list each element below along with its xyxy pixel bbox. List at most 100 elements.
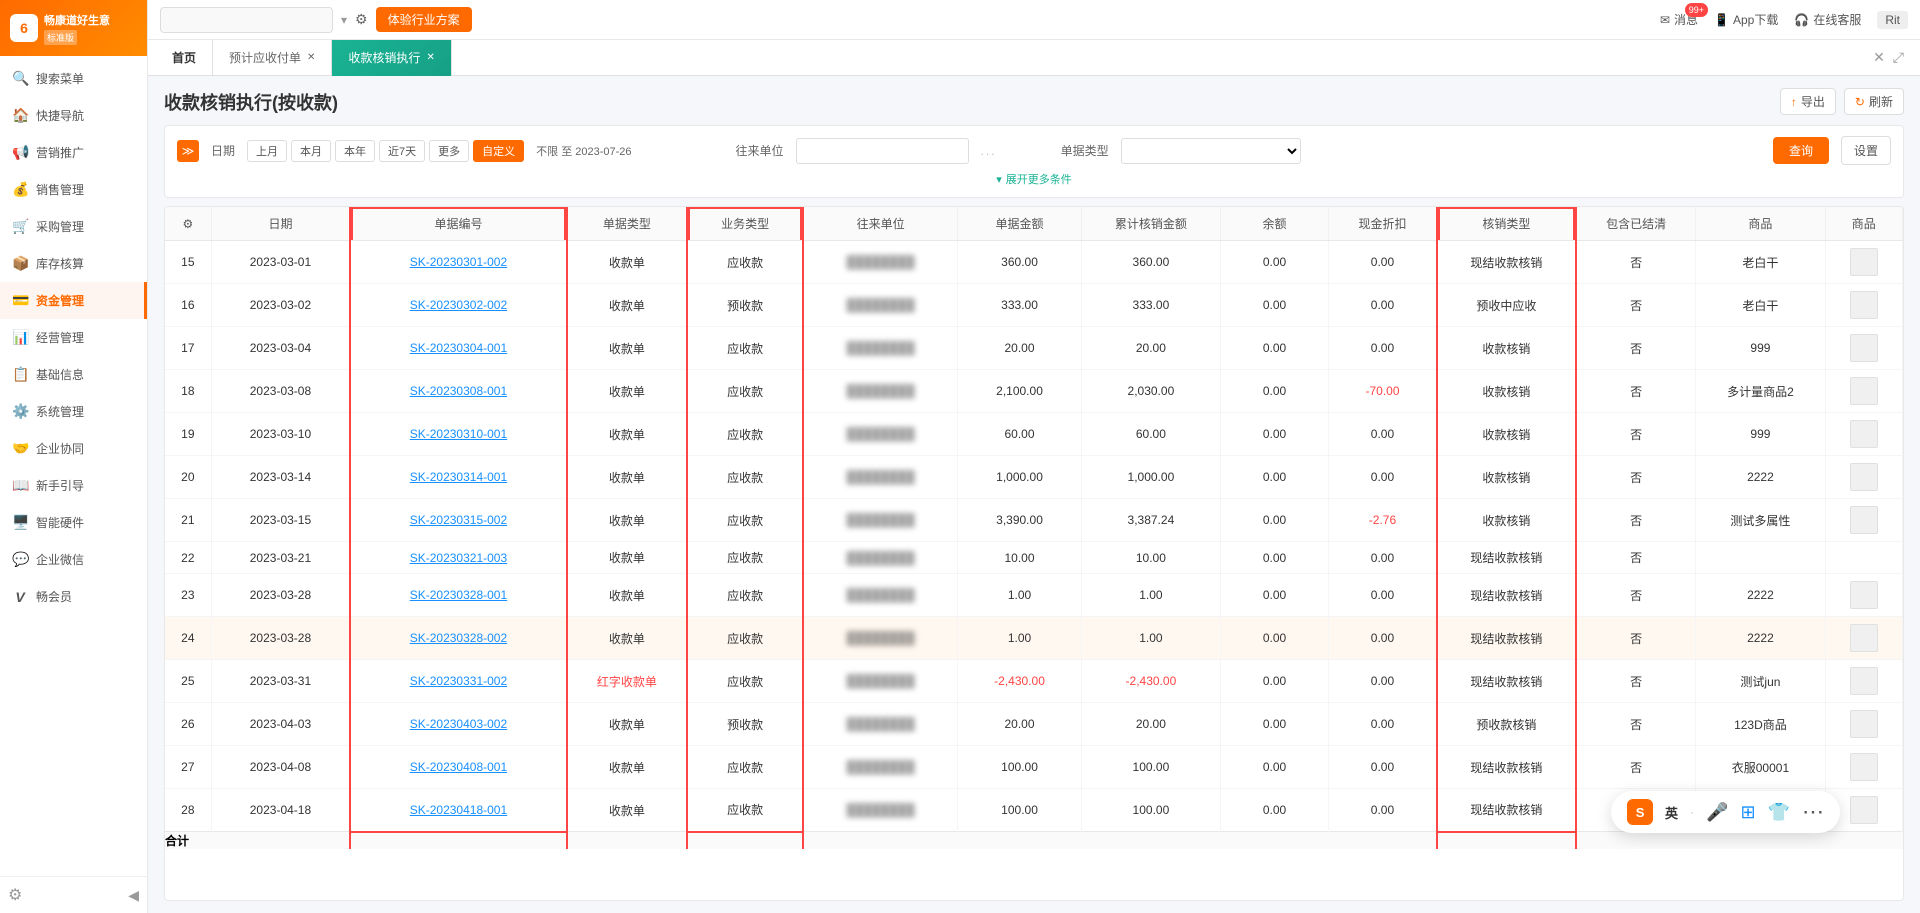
sidebar: 6 畅康道好生意 标准版 🔍搜索菜单 🏠快捷导航 📢营销推广 💰销售管理 🛒采购…	[0, 0, 148, 913]
date-thismonth-button[interactable]: 本月	[291, 140, 331, 162]
tab-verify-close-icon[interactable]: ✕	[426, 52, 434, 63]
doctype-select[interactable]	[1121, 138, 1301, 164]
table-row: 152023-03-01SK-20230301-002收款单应收款███████…	[165, 241, 1903, 284]
solution-button[interactable]: 体验行业方案	[376, 7, 472, 32]
chevron-down-icon: ▾	[996, 173, 1002, 186]
refresh-button[interactable]: ↻ 刷新	[1844, 88, 1904, 115]
docno-link[interactable]: SK-20230328-001	[350, 574, 566, 617]
user-label: Rit	[1877, 11, 1908, 29]
date-more-button[interactable]: 更多	[429, 140, 469, 162]
sidebar-item-inventory[interactable]: 📦库存核算	[0, 245, 147, 282]
data-table: ⚙ 日期 单据编号 单据类型 业务类型 往来单位 单据金额 累计核销金额 余额 …	[165, 207, 1903, 849]
topbar-settings-icon[interactable]: ⚙	[355, 11, 368, 28]
docno-link[interactable]: SK-20230321-003	[350, 542, 566, 574]
docno-link[interactable]: SK-20230331-002	[350, 660, 566, 703]
docno-link[interactable]: SK-20230418-001	[350, 789, 566, 832]
shirt-icon[interactable]: 👕	[1768, 802, 1790, 823]
th-amount[interactable]: 单据金额	[958, 207, 1082, 241]
sidebar-item-quicknav[interactable]: 🏠快捷导航	[0, 97, 147, 134]
sidebar-item-hardware[interactable]: 🖥️智能硬件	[0, 504, 147, 541]
sidebar-item-funds[interactable]: 💳资金管理	[0, 282, 147, 319]
th-veritype[interactable]: 核销类型	[1437, 207, 1576, 241]
footer-label: 合计	[165, 832, 350, 850]
partner-input[interactable]	[796, 138, 969, 164]
th-discount[interactable]: 现金折扣	[1329, 207, 1437, 241]
app-download-button[interactable]: 📱 App下载	[1714, 11, 1778, 28]
docno-link[interactable]: SK-20230315-002	[350, 499, 566, 542]
money-icon: 💰	[12, 181, 28, 198]
float-toolbar: S 英 · 🎤 ⊞ 👕 ⋯	[1611, 791, 1840, 833]
collapse-icon[interactable]: ◀	[128, 887, 139, 904]
vip-icon: V	[12, 589, 28, 605]
sidebar-item-search[interactable]: 🔍搜索菜单	[0, 60, 147, 97]
table-row: 242023-03-28SK-20230328-002收款单应收款███████…	[165, 617, 1903, 660]
docno-link[interactable]: SK-20230304-001	[350, 327, 566, 370]
docno-link[interactable]: SK-20230314-001	[350, 456, 566, 499]
topbar-chevron-icon[interactable]: ▾	[341, 13, 347, 27]
docno-link[interactable]: SK-20230408-001	[350, 746, 566, 789]
user-menu-button[interactable]: Rit	[1877, 11, 1908, 29]
tab-verify[interactable]: 收款核销执行 ✕	[332, 40, 451, 76]
page-header: 收款核销执行(按收款) ↑ 导出 ↻ 刷新	[164, 88, 1904, 115]
query-button[interactable]: 查询	[1773, 137, 1829, 164]
sidebar-item-sales[interactable]: 💰销售管理	[0, 171, 147, 208]
docno-link[interactable]: SK-20230302-002	[350, 284, 566, 327]
th-docno[interactable]: 单据编号	[350, 207, 566, 241]
message-button[interactable]: ✉ 消息 99+	[1660, 11, 1698, 28]
sidebar-item-collab[interactable]: 🤝企业协同	[0, 430, 147, 467]
export-icon: ↑	[1791, 95, 1797, 109]
date-custom-button[interactable]: 自定义	[473, 140, 524, 162]
th-goods2[interactable]: 商品	[1825, 207, 1902, 241]
th-incl[interactable]: 包含已结清	[1576, 207, 1696, 241]
th-cumamt[interactable]: 累计核销金额	[1081, 207, 1220, 241]
sidebar-item-wechat[interactable]: 💬企业微信	[0, 541, 147, 578]
docno-link[interactable]: SK-20230301-002	[350, 241, 566, 284]
th-doctype[interactable]: 单据类型	[567, 207, 688, 241]
message-badge: 99+	[1685, 3, 1708, 17]
window-close-icon[interactable]: ✕	[1873, 49, 1885, 66]
export-button[interactable]: ↑ 导出	[1780, 88, 1836, 115]
sidebar-item-basic[interactable]: 📋基础信息	[0, 356, 147, 393]
th-date[interactable]: 日期	[211, 207, 350, 241]
sidebar-item-marketing[interactable]: 📢营销推广	[0, 134, 147, 171]
sidebar-item-operations[interactable]: 📊经营管理	[0, 319, 147, 356]
th-goods[interactable]: 商品	[1696, 207, 1825, 241]
th-balance[interactable]: 余额	[1220, 207, 1328, 241]
grid-icon[interactable]: ⊞	[1740, 802, 1755, 823]
tab-pending-close-icon[interactable]: ✕	[307, 52, 315, 63]
sidebar-item-purchase[interactable]: 🛒采购管理	[0, 208, 147, 245]
chart-icon: 📊	[12, 329, 28, 346]
th-biztype[interactable]: 业务类型	[687, 207, 803, 241]
th-settings[interactable]: ⚙	[165, 207, 211, 241]
date-lastmonth-button[interactable]: 上月	[247, 140, 287, 162]
docno-link[interactable]: SK-20230310-001	[350, 413, 566, 456]
handshake-icon: 🤝	[12, 440, 28, 457]
date-thisyear-button[interactable]: 本年	[335, 140, 375, 162]
sidebar-item-system[interactable]: ⚙️系统管理	[0, 393, 147, 430]
window-expand-icon[interactable]: ⤢	[1893, 49, 1904, 66]
filter-expand-button[interactable]: ≫	[177, 140, 199, 162]
microphone-icon[interactable]: 🎤	[1706, 802, 1728, 823]
expand-more-button[interactable]: ▾ 展开更多条件	[177, 171, 1891, 187]
logo-badge: 标准版	[44, 30, 77, 45]
docno-link[interactable]: SK-20230403-002	[350, 703, 566, 746]
doctype-label: 单据类型	[1061, 142, 1109, 159]
table-row: 272023-04-08SK-20230408-001收款单应收款███████…	[165, 746, 1903, 789]
th-partner[interactable]: 往来单位	[803, 207, 958, 241]
more-icon[interactable]: ⋯	[1802, 799, 1824, 825]
gear-icon: ⚙️	[12, 403, 28, 420]
filter-settings-button[interactable]: 设置	[1841, 136, 1891, 165]
tab-pending[interactable]: 预计应收付单 ✕	[213, 40, 332, 76]
tabbar: 首页 预计应收付单 ✕ 收款核销执行 ✕ ✕ ⤢	[148, 40, 1920, 76]
sidebar-item-guide[interactable]: 📖新手引导	[0, 467, 147, 504]
tab-home[interactable]: 首页	[156, 40, 213, 76]
settings-bottom-icon[interactable]: ⚙	[8, 885, 22, 905]
table-row: 182023-03-08SK-20230308-001收款单应收款███████…	[165, 370, 1903, 413]
topbar-search-input[interactable]	[160, 7, 333, 33]
date-7days-button[interactable]: 近7天	[379, 140, 425, 162]
online-service-button[interactable]: 🎧 在线客服	[1794, 11, 1861, 28]
docno-link[interactable]: SK-20230328-002	[350, 617, 566, 660]
sidebar-item-member[interactable]: V畅会员	[0, 578, 147, 615]
window-controls: ✕ ⤢	[1873, 49, 1912, 66]
docno-link[interactable]: SK-20230308-001	[350, 370, 566, 413]
